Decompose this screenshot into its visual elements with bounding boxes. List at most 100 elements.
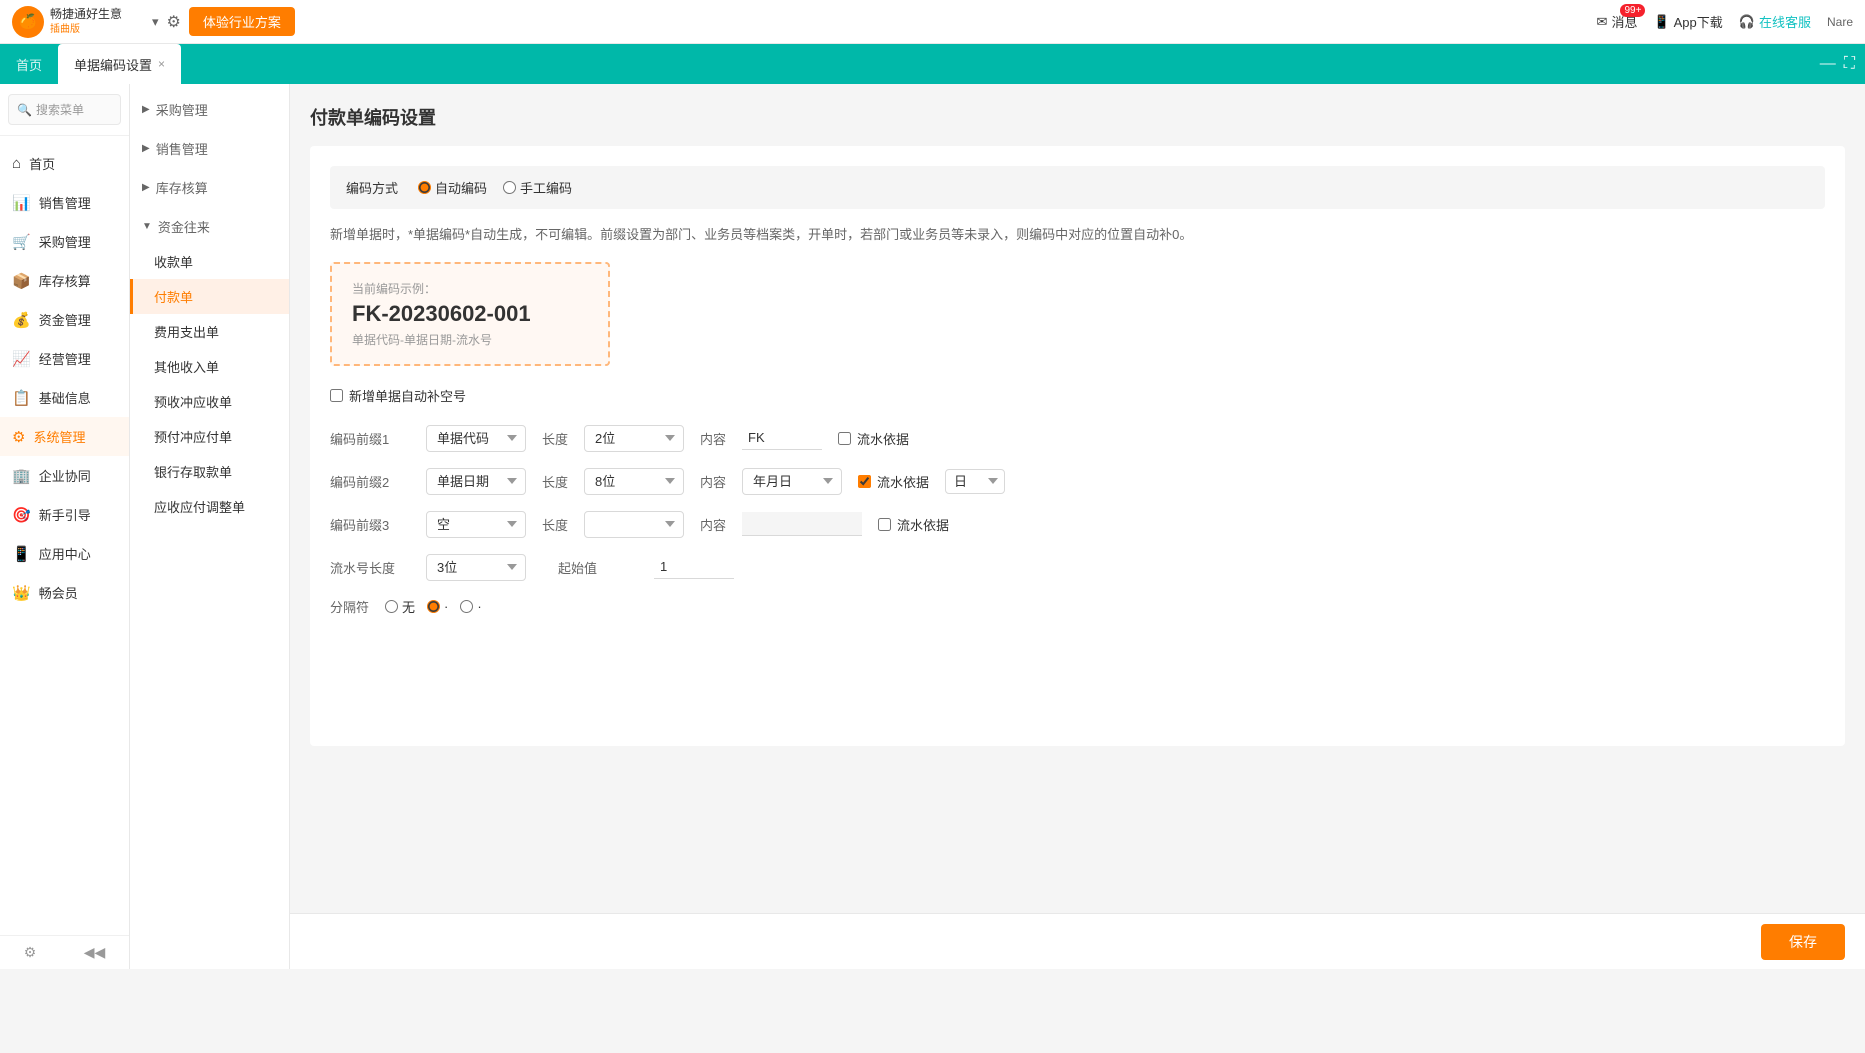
tab-maximize-btn[interactable]: ⛶ — [1844, 55, 1855, 73]
sidebar-item-guide[interactable]: 🎯 新手引导 — [0, 495, 129, 534]
settings-icon[interactable]: ⚙ — [167, 12, 181, 32]
sec-group-finance-header[interactable]: ▼ 资金往来 — [130, 209, 289, 244]
auto-encode-input[interactable] — [418, 181, 431, 194]
sidebar-item-system[interactable]: ⚙ 系统管理 — [0, 417, 129, 456]
sidebar-item-apps[interactable]: 📱 应用中心 — [0, 534, 129, 573]
guide-icon: 🎯 — [12, 506, 31, 524]
prefix1-select[interactable]: 单据代码 — [426, 425, 526, 452]
separator-row: 分隔符 无 · · — [330, 597, 1825, 616]
content2-select[interactable]: 年月日 — [742, 468, 842, 495]
save-button[interactable]: 保存 — [1761, 924, 1845, 960]
sec-group-inventory-header[interactable]: ▶ 库存核算 — [130, 170, 289, 205]
sep-dash-input[interactable] — [460, 600, 473, 613]
layout: 🔍 搜索菜单 ⌂ 首页 📊 销售管理 🛒 采购管理 📦 库存核算 💰 — [0, 84, 1865, 969]
length2-select[interactable]: 8位 — [584, 468, 684, 495]
sidebar: 🔍 搜索菜单 ⌂ 首页 📊 销售管理 🛒 采购管理 📦 库存核算 💰 — [0, 84, 130, 969]
sep-dash-char: · — [477, 599, 481, 614]
sep-none-radio[interactable]: 无 — [385, 597, 415, 616]
logo-icon: 🍊 — [12, 6, 44, 38]
code-preview-value: FK-20230602-001 — [352, 301, 588, 327]
sec-item-prepay-receive[interactable]: 预收冲应收单 — [130, 384, 289, 419]
enterprise-icon: 🏢 — [12, 467, 31, 485]
prefix3-select[interactable]: 空 — [426, 511, 526, 538]
info-text: 新增单据时，*单据编码*自动生成，不可编辑。前缀设置为部门、业务员等档案类，开单… — [330, 225, 1825, 246]
sidebar-collapse-btn[interactable]: ◀◀ — [84, 944, 106, 961]
tab-encoding-settings[interactable]: 单据编码设置 × — [58, 44, 181, 84]
sidebar-item-vip[interactable]: 👑 畅会员 — [0, 573, 129, 612]
encoding-method-row: 编码方式 自动编码 手工编码 — [330, 166, 1825, 209]
top-bar: 🍊 畅捷通好生意 插曲版 ▾ ⚙ 体验行业方案 ✉ 消息 99+ 📱 App下载… — [0, 0, 1865, 44]
content3-input[interactable] — [742, 512, 862, 536]
trial-btn[interactable]: 体验行业方案 — [189, 7, 295, 36]
sec-item-adjust[interactable]: 应收应付调整单 — [130, 489, 289, 524]
sec-group-sales-header[interactable]: ▶ 销售管理 — [130, 131, 289, 166]
content1-input[interactable] — [742, 426, 822, 450]
code-preview-box: 当前编码示例： FK-20230602-001 单据代码-单据日期-流水号 — [330, 262, 610, 366]
content-card: 编码方式 自动编码 手工编码 新增单据时，*单据编码*自动生成，不可编辑。前缀设… — [310, 146, 1845, 746]
sidebar-item-purchase[interactable]: 🛒 采购管理 — [0, 222, 129, 261]
sidebar-item-finance[interactable]: 💰 资金管理 — [0, 300, 129, 339]
sidebar-item-enterprise[interactable]: 🏢 企业协同 — [0, 456, 129, 495]
prefix2-select[interactable]: 单据日期 — [426, 468, 526, 495]
flow1-checkbox[interactable]: 流水依据 — [838, 429, 909, 448]
sep-dash-radio[interactable]: · — [460, 599, 481, 614]
tab-close-icon[interactable]: × — [158, 57, 165, 71]
content1-label: 内容 — [700, 429, 726, 448]
auto-fill-checkbox[interactable] — [330, 389, 343, 402]
start-value-input[interactable] — [654, 555, 734, 579]
code-preview-label: 当前编码示例： — [352, 280, 588, 297]
main-content: 付款单编码设置 编码方式 自动编码 手工编码 新增单据时，*单据编码*自动生成 — [290, 84, 1865, 969]
flow2-checkbox[interactable]: 流水依据 — [858, 472, 929, 491]
search-menu-btn[interactable]: 🔍 搜索菜单 — [8, 94, 121, 125]
prefix3-label: 编码前缀3 — [330, 515, 410, 534]
serial-length-select[interactable]: 3位 — [426, 554, 526, 581]
sec-item-payment[interactable]: 付款单 — [130, 279, 289, 314]
basic-icon: 📋 — [12, 389, 31, 407]
sec-item-receipt[interactable]: 收款单 — [130, 244, 289, 279]
sidebar-item-sales[interactable]: 📊 销售管理 — [0, 183, 129, 222]
length3-select[interactable] — [584, 511, 684, 538]
prefix1-label: 编码前缀1 — [330, 429, 410, 448]
page-title: 付款单编码设置 — [310, 104, 1845, 130]
sidebar-item-inventory[interactable]: 📦 库存核算 — [0, 261, 129, 300]
sec-item-bank[interactable]: 银行存取款单 — [130, 454, 289, 489]
app-download-btn[interactable]: 📱 App下载 — [1653, 12, 1722, 31]
sec-group-finance-arrow: ▼ — [142, 221, 152, 232]
home-icon: ⌂ — [12, 155, 21, 172]
manual-encode-radio[interactable]: 手工编码 — [503, 178, 572, 197]
manual-encode-input[interactable] — [503, 181, 516, 194]
serial-row: 流水号长度 3位 起始值 — [330, 554, 1825, 581]
user-name[interactable]: Nare — [1827, 15, 1853, 29]
flow3-checkbox-input[interactable] — [878, 518, 891, 531]
sec-group-inventory-arrow: ▶ — [142, 182, 150, 193]
flow2-checkbox-input[interactable] — [858, 475, 871, 488]
sep-dot-radio[interactable]: · — [427, 599, 448, 614]
message-icon: ✉ — [1597, 14, 1608, 30]
sales-icon: 📊 — [12, 194, 31, 212]
sec-item-prepay-pay[interactable]: 预付冲应付单 — [130, 419, 289, 454]
tabs-bar-controls: — ⛶ — [1820, 55, 1865, 73]
auto-encode-radio[interactable]: 自动编码 — [418, 178, 487, 197]
sep-dot-input[interactable] — [427, 600, 440, 613]
tab-minimize-btn[interactable]: — — [1820, 55, 1836, 73]
logo: 🍊 畅捷通好生意 插曲版 — [12, 6, 142, 38]
flow3-checkbox[interactable]: 流水依据 — [878, 515, 949, 534]
sidebar-item-home[interactable]: ⌂ 首页 — [0, 144, 129, 183]
online-service-btn[interactable]: 🎧 在线客服 — [1739, 12, 1811, 31]
message-btn[interactable]: ✉ 消息 99+ — [1597, 12, 1638, 31]
flow1-checkbox-input[interactable] — [838, 432, 851, 445]
apps-icon: 📱 — [12, 545, 31, 563]
sep-none-input[interactable] — [385, 600, 398, 613]
sec-item-other-income[interactable]: 其他收入单 — [130, 349, 289, 384]
sec-group-purchase-header[interactable]: ▶ 采购管理 — [130, 92, 289, 127]
length1-select[interactable]: 2位 — [584, 425, 684, 452]
sidebar-item-operation[interactable]: 📈 经营管理 — [0, 339, 129, 378]
nav-dropdown[interactable]: ▾ — [152, 14, 159, 30]
tab-home[interactable]: 首页 — [0, 44, 58, 84]
sidebar-item-basic[interactable]: 📋 基础信息 — [0, 378, 129, 417]
sidebar-settings-btn[interactable]: ⚙ — [24, 944, 37, 961]
sec-item-expense[interactable]: 费用支出单 — [130, 314, 289, 349]
flow2-unit-select[interactable]: 日 — [945, 469, 1005, 494]
start-value-label: 起始值 — [558, 558, 638, 577]
separator-label: 分隔符 — [330, 597, 369, 616]
